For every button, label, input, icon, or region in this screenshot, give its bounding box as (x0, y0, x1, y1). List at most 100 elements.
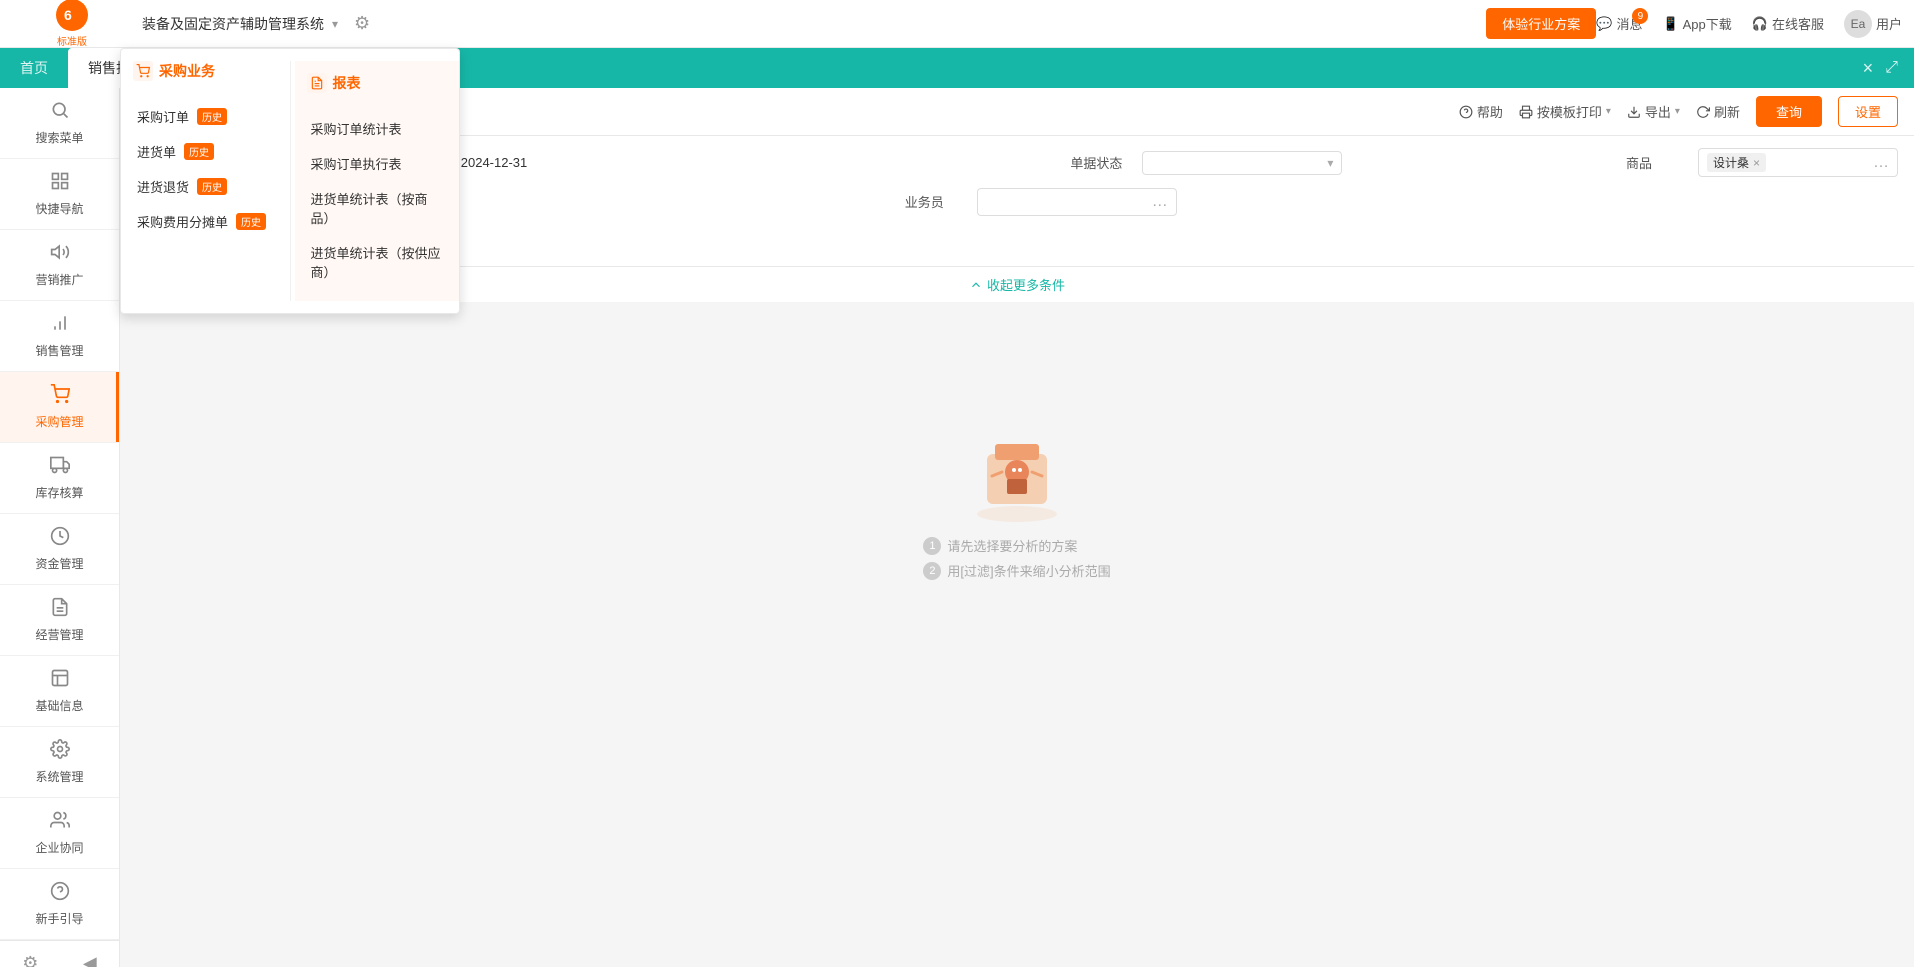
logo-area: 6 标准版 (12, 0, 132, 48)
dropdown-item-purchase-return[interactable]: 进货退货 历史 (133, 169, 274, 204)
sales-icon (50, 313, 70, 338)
sidebar-finance-label: 资金管理 (35, 555, 83, 572)
purchase-order-history: 历史 (197, 108, 227, 125)
sidebar-item-system[interactable]: 系统管理 (0, 727, 119, 798)
dropdown-item-purchase-incoming[interactable]: 进货单 历史 (133, 134, 274, 169)
sidebar-purchase-label: 采购管理 (35, 413, 83, 430)
tip-num-2: 2 (923, 562, 941, 580)
voucher-status-label: 单据状态 (1070, 153, 1130, 172)
sidebar-system-label: 系统管理 (35, 768, 83, 785)
voucher-status-dropdown: ▾ (1327, 156, 1333, 170)
finance-icon (50, 526, 70, 551)
purchase-expense-label: 采购费用分摊单 (137, 212, 228, 231)
message-icon: 💬 (1596, 16, 1612, 32)
sidebar-marketing-label: 营销推广 (35, 271, 83, 288)
online-service-btn[interactable]: 🎧 在线客服 (1752, 14, 1824, 33)
refresh-label: 刷新 (1714, 102, 1740, 121)
dropdown-item-purchase-order-exec[interactable]: 采购订单执行表 (307, 146, 448, 181)
salesperson-filter[interactable]: … (977, 188, 1177, 216)
empty-state: 1 请先选择要分析的方案 2 用[过滤]条件来缩小分析范围 (120, 302, 1914, 702)
sidebar-guide-label: 新手引导 (35, 910, 83, 927)
report-col: 报表 采购订单统计表 采购订单执行表 进货单统计表（按商品） 进货单统计表（按供… (295, 61, 460, 301)
purchase-order-exec-label: 采购订单执行表 (311, 154, 402, 173)
purchase-incoming-label: 进货单 (137, 142, 176, 161)
logo-text: 标准版 (57, 33, 87, 48)
export-label: 导出 (1645, 102, 1671, 121)
sidebar-item-sales[interactable]: 销售管理 (0, 301, 119, 372)
sidebar-item-finance[interactable]: 资金管理 (0, 514, 119, 585)
dropdown-item-purchase-expense[interactable]: 采购费用分摊单 历史 (133, 204, 274, 239)
basic-icon (50, 668, 70, 693)
empty-tip-1: 1 请先选择要分析的方案 (923, 536, 1110, 555)
window-expand-icon[interactable]: ⤢ (1881, 55, 1902, 81)
empty-illustration (957, 424, 1077, 524)
export-btn[interactable]: 导出 ▾ (1627, 102, 1680, 121)
print-dropdown-icon[interactable]: ▾ (1606, 106, 1611, 117)
query-btn[interactable]: 查询 (1756, 96, 1822, 127)
enterprise-icon (50, 810, 70, 835)
purchase-col: 采购业务 采购订单 历史 进货单 历史 进货退货 历史 采购费用分摊单 历史 (121, 61, 286, 301)
sidebar-item-inventory[interactable]: 库存核算 (0, 443, 119, 514)
footer-settings-icon[interactable]: ⚙ (22, 953, 38, 967)
sidebar-item-marketing[interactable]: 营销推广 (0, 230, 119, 301)
avatar: Ea (1844, 10, 1872, 38)
product-ellipsis[interactable]: … (1873, 154, 1889, 172)
tab-home[interactable]: 首页 (0, 48, 68, 88)
purchase-incoming-history: 历史 (184, 143, 214, 160)
refresh-btn[interactable]: 刷新 (1696, 102, 1740, 121)
system-icon (50, 739, 70, 764)
dropdown-menu: 采购业务 采购订单 历史 进货单 历史 进货退货 历史 采购费用分摊单 历史 (120, 48, 460, 314)
dropdown-columns: 采购业务 采购订单 历史 进货单 历史 进货退货 历史 采购费用分摊单 历史 (121, 61, 459, 301)
print-btn[interactable]: 按模板打印 ▾ (1519, 102, 1611, 121)
salesperson-ellipsis[interactable]: … (1152, 193, 1168, 211)
window-close-icon[interactable]: × (1859, 54, 1878, 83)
app-download-label: App下载 (1683, 14, 1732, 33)
sidebar-enterprise-label: 企业协同 (35, 839, 83, 856)
sidebar-item-basic[interactable]: 基础信息 (0, 656, 119, 727)
inventory-icon (50, 455, 70, 480)
messages-badge: 9 (1632, 8, 1648, 24)
system-dropdown-icon[interactable]: ▾ (332, 17, 338, 31)
product-filter[interactable]: 设计桑 × … (1698, 148, 1898, 177)
settings-icon[interactable]: ⚙ (354, 13, 370, 34)
export-dropdown-icon[interactable]: ▾ (1675, 106, 1680, 117)
collapse-label: 收起更多条件 (987, 275, 1065, 294)
top-bar: 6 标准版 装备及固定资产辅助管理系统 ▾ ⚙ 体验行业方案 💬 消息 9 📱 … (0, 0, 1914, 48)
sidebar-item-purchase[interactable]: 采购管理 (0, 372, 119, 443)
quicknav-icon (50, 171, 70, 196)
system-title-text: 装备及固定资产辅助管理系统 (142, 14, 324, 34)
purchase-col-header: 采购业务 (133, 61, 274, 87)
sidebar-item-search[interactable]: 搜索菜单 (0, 88, 119, 159)
dropdown-item-purchase-order-stat[interactable]: 采购订单统计表 (307, 111, 448, 146)
settings-btn[interactable]: 设置 (1838, 96, 1898, 127)
sidebar-inventory-label: 库存核算 (35, 484, 83, 501)
search-icon (50, 100, 70, 125)
phone-icon: 📱 (1662, 16, 1678, 32)
purchase-return-history: 历史 (197, 178, 227, 195)
operations-icon (50, 597, 70, 622)
app-download-btn[interactable]: 📱 App下载 (1662, 14, 1731, 33)
purchase-order-stat-label: 采购订单统计表 (311, 119, 402, 138)
collapse-btn[interactable]: 收起更多条件 (969, 275, 1065, 294)
sidebar-item-operations[interactable]: 经营管理 (0, 585, 119, 656)
purchase-return-label: 进货退货 (137, 177, 189, 196)
sidebar-item-guide[interactable]: 新手引导 (0, 869, 119, 940)
report-col-header: 报表 (307, 73, 448, 99)
dropdown-item-purchase-order[interactable]: 采购订单 历史 (133, 99, 274, 134)
user-profile[interactable]: Ea 用户 (1844, 10, 1902, 38)
user-label: 用户 (1876, 14, 1902, 33)
voucher-status-select[interactable]: ▾ (1142, 151, 1342, 175)
dropdown-item-incoming-stat-product[interactable]: 进货单统计表（按商品） (307, 181, 448, 235)
footer-collapse-icon[interactable]: ◀ (83, 953, 97, 967)
sidebar-item-enterprise[interactable]: 企业协同 (0, 798, 119, 869)
messages-btn[interactable]: 💬 消息 9 (1596, 14, 1642, 33)
product-tag: 设计桑 × (1707, 153, 1766, 172)
dropdown-item-incoming-stat-supplier[interactable]: 进货单统计表（按供应商） (307, 235, 448, 289)
empty-tips: 1 请先选择要分析的方案 2 用[过滤]条件来缩小分析范围 (923, 536, 1110, 580)
industry-btn[interactable]: 体验行业方案 (1486, 8, 1596, 39)
sidebar-item-quick-nav[interactable]: 快捷导航 (0, 159, 119, 230)
product-tag-remove[interactable]: × (1753, 156, 1760, 170)
help-btn[interactable]: 帮助 (1459, 102, 1503, 121)
sidebar-search-label: 搜索菜单 (35, 129, 83, 146)
salesperson-label: 业务员 (905, 192, 965, 211)
